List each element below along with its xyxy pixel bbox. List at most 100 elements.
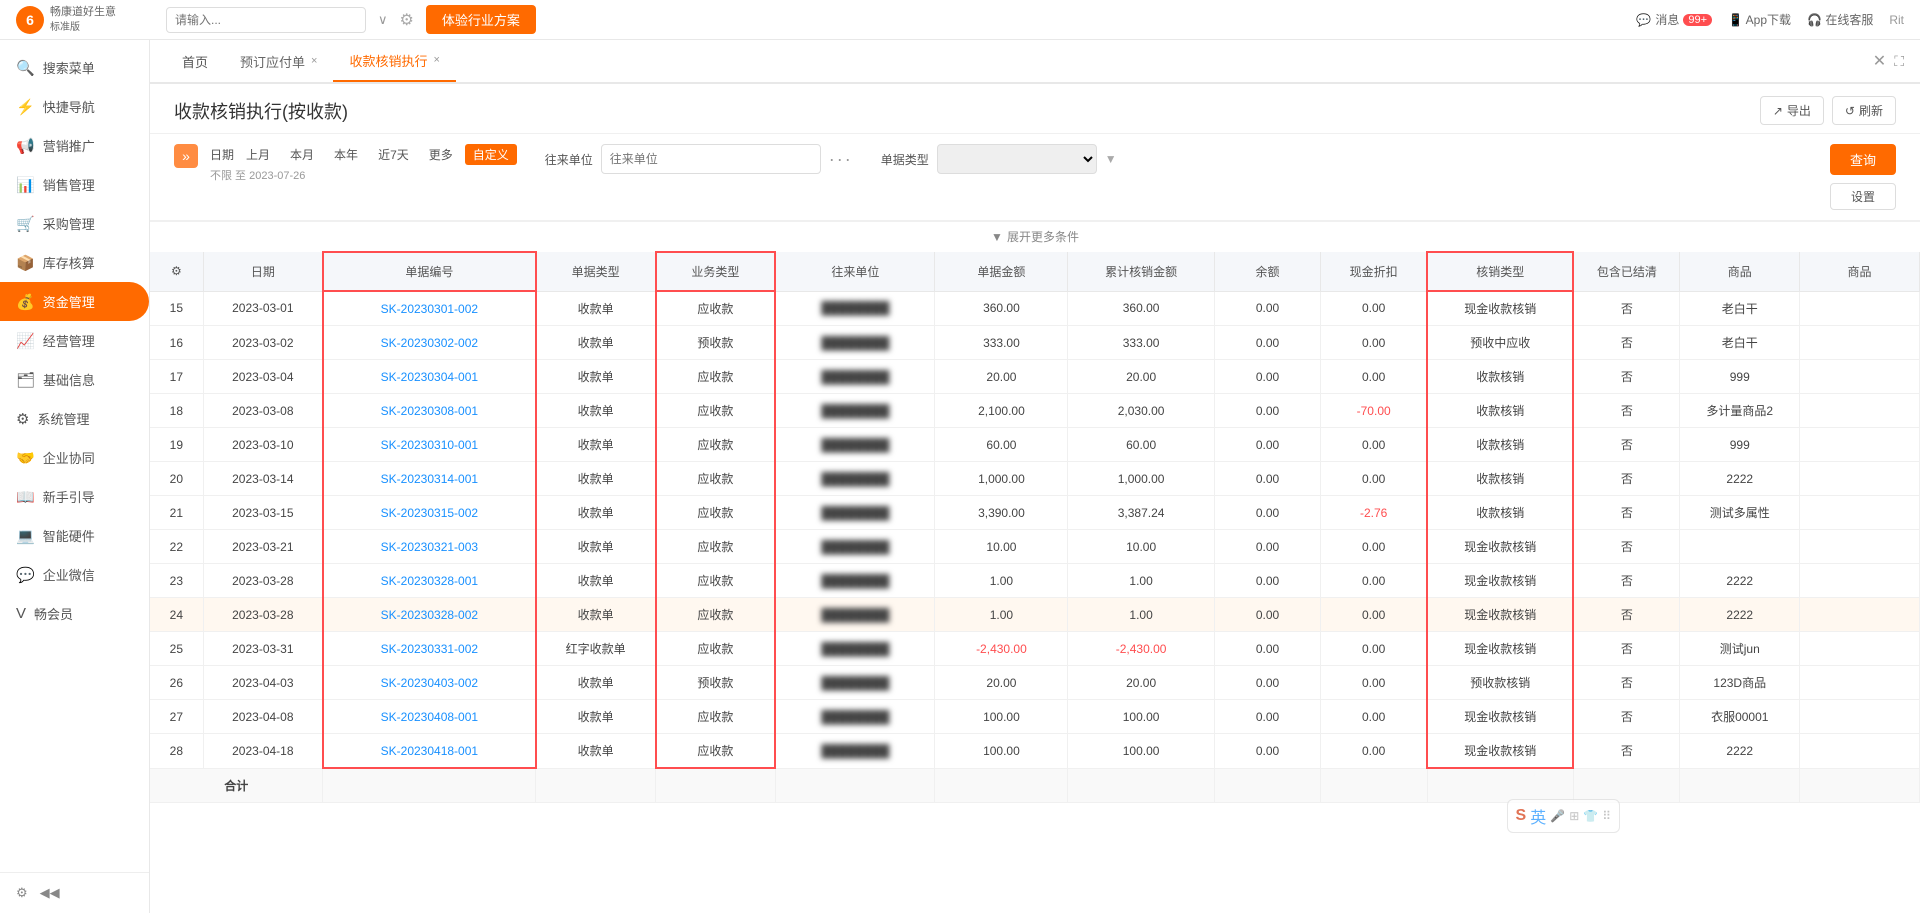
cell-included: 否	[1573, 428, 1679, 462]
query-btn[interactable]: 查询	[1830, 144, 1896, 175]
online-service[interactable]: 🎧 在线客服	[1807, 11, 1873, 28]
cell-discount: 0.00	[1321, 700, 1427, 734]
tab-home[interactable]: 首页	[166, 42, 224, 81]
table-container: ⚙ 日期 单据编号 单据类型 业务类型 往来单位 单据金额 累计核销金额 余额 …	[150, 251, 1920, 913]
cell-partner: ████████	[775, 530, 935, 564]
chevron-down-icon[interactable]: ∨	[378, 12, 388, 28]
sidebar-item-quicknav[interactable]: ⚡ 快捷导航	[0, 87, 149, 126]
cell-writeoff-type: 预收中应收	[1427, 326, 1573, 360]
filter-partner-group: 往来单位 ···	[545, 144, 853, 174]
date-btn-last-month[interactable]: 上月	[238, 144, 278, 165]
date-btn-custom[interactable]: 自定义	[465, 144, 517, 165]
doc-link[interactable]: SK-20230302-002	[381, 336, 478, 350]
data-table: ⚙ 日期 单据编号 单据类型 业务类型 往来单位 单据金额 累计核销金额 余额 …	[150, 251, 1920, 803]
tab-writeoff-close[interactable]: ×	[433, 54, 439, 66]
sidebar-item-purchase[interactable]: 🛒 采购管理	[0, 204, 149, 243]
sidebar-item-sales[interactable]: 📊 销售管理	[0, 165, 149, 204]
cell-goods1: 999	[1680, 360, 1800, 394]
sidebar-item-wechat[interactable]: 💬 企业微信	[0, 555, 149, 594]
col-date: 日期	[203, 252, 323, 291]
cell-writeoff-type: 预收款核销	[1427, 666, 1573, 700]
doc-link[interactable]: SK-20230310-001	[381, 438, 478, 452]
cell-date: 2023-03-02	[203, 326, 323, 360]
hardware-icon: 💻	[16, 527, 35, 545]
doc-link[interactable]: SK-20230331-002	[381, 642, 478, 656]
col-settings[interactable]: ⚙	[150, 252, 203, 291]
sidebar-item-marketing[interactable]: 📢 营销推广	[0, 126, 149, 165]
cell-goods1: 2222	[1680, 462, 1800, 496]
nav-input[interactable]	[166, 7, 366, 33]
tab-fullscreen-icon[interactable]: ⛶	[1894, 53, 1904, 70]
settings-icon[interactable]: ⚙	[400, 10, 414, 30]
cell-docno: SK-20230301-002	[323, 291, 536, 326]
doc-link[interactable]: SK-20230328-002	[381, 608, 478, 622]
marketing-icon: 📢	[16, 137, 35, 155]
total-label: 合计	[150, 768, 323, 802]
tab-writeoff[interactable]: 收款核销执行 ×	[333, 41, 455, 82]
cell-cum-amount: 20.00	[1068, 666, 1214, 700]
doc-link[interactable]: SK-20230418-001	[381, 744, 478, 758]
collapse-icon[interactable]: ◀◀	[40, 885, 60, 901]
sidebar-item-system[interactable]: ⚙ 系统管理	[0, 399, 149, 438]
doc-link[interactable]: SK-20230403-002	[381, 676, 478, 690]
sidebar-item-operation[interactable]: 📈 经营管理	[0, 321, 149, 360]
date-btn-this-month[interactable]: 本月	[282, 144, 322, 165]
doc-link[interactable]: SK-20230314-001	[381, 472, 478, 486]
cell-no: 18	[150, 394, 203, 428]
message-label: 消息	[1655, 11, 1679, 28]
doc-link[interactable]: SK-20230304-001	[381, 370, 478, 384]
cell-goods2	[1800, 530, 1920, 564]
date-btn-7days[interactable]: 近7天	[370, 144, 417, 165]
sidebar-item-guide[interactable]: 📖 新手引导	[0, 477, 149, 516]
sidebar-item-inventory[interactable]: 📦 库存核算	[0, 243, 149, 282]
partner-input[interactable]	[601, 144, 821, 174]
refresh-btn[interactable]: ↺ 刷新	[1832, 96, 1896, 125]
date-btn-this-year[interactable]: 本年	[326, 144, 366, 165]
doc-link[interactable]: SK-20230301-002	[381, 302, 478, 316]
date-btn-more[interactable]: 更多	[421, 144, 461, 165]
doctype-chevron[interactable]: ▼	[1105, 152, 1117, 166]
cell-docno: SK-20230328-001	[323, 564, 536, 598]
sidebar-item-search[interactable]: 🔍 搜索菜单	[0, 48, 149, 87]
col-settings-icon[interactable]: ⚙	[171, 264, 182, 278]
tab-prepay[interactable]: 预订应付单 ×	[224, 42, 333, 81]
settings-bottom-icon[interactable]: ⚙	[16, 885, 28, 901]
sidebar-label-quicknav: 快捷导航	[43, 97, 95, 116]
cell-cum-amount: 100.00	[1068, 734, 1214, 769]
dots-icon[interactable]: ···	[829, 149, 853, 170]
tab-close-all-icon[interactable]: ✕	[1873, 51, 1886, 71]
export-btn[interactable]: ↗ 导出	[1760, 96, 1824, 125]
expand-more-btn[interactable]: ▼ 展开更多条件	[150, 222, 1920, 251]
cell-goods2	[1800, 394, 1920, 428]
doc-link[interactable]: SK-20230328-001	[381, 574, 478, 588]
sidebar-item-basic[interactable]: 🗂 基础信息	[0, 360, 149, 399]
app-download[interactable]: 📱 App下载	[1728, 11, 1791, 28]
cell-discount: 0.00	[1321, 462, 1427, 496]
filter-date-group: 日期 上月 本月 本年 近7天 更多 自定义 不限 至 2023-07-26	[210, 144, 517, 183]
table-row: 17 2023-03-04 SK-20230304-001 收款单 应收款 ██…	[150, 360, 1920, 394]
sidebar-item-finance[interactable]: 💰 资金管理	[0, 282, 149, 321]
doc-link[interactable]: SK-20230321-003	[381, 540, 478, 554]
filter-expand-btn[interactable]: »	[174, 144, 198, 168]
cell-biztype: 应收款	[656, 360, 776, 394]
doctype-select[interactable]: 收款单 红字收款单	[937, 144, 1097, 174]
watermark-mic-icon: 🎤	[1550, 809, 1565, 823]
doc-link[interactable]: SK-20230408-001	[381, 710, 478, 724]
cell-cum-amount: -2,430.00	[1068, 632, 1214, 666]
sidebar-item-hardware[interactable]: 💻 智能硬件	[0, 516, 149, 555]
total-writeoff	[1427, 768, 1573, 802]
cell-included: 否	[1573, 734, 1679, 769]
notification-badge[interactable]: 💬 消息 99+	[1636, 11, 1712, 28]
cell-partner: ████████	[775, 598, 935, 632]
doc-link[interactable]: SK-20230308-001	[381, 404, 478, 418]
industry-btn[interactable]: 体验行业方案	[426, 5, 536, 34]
sidebar-item-vip[interactable]: V 畅会员	[0, 594, 149, 633]
sidebar-item-collab[interactable]: 🤝 企业协同	[0, 438, 149, 477]
cell-goods1: 2222	[1680, 598, 1800, 632]
tab-prepay-close[interactable]: ×	[311, 55, 317, 67]
cell-date: 2023-04-18	[203, 734, 323, 769]
cell-amount: 2,100.00	[935, 394, 1068, 428]
cell-goods2	[1800, 598, 1920, 632]
setting-btn[interactable]: 设置	[1830, 183, 1896, 210]
doc-link[interactable]: SK-20230315-002	[381, 506, 478, 520]
